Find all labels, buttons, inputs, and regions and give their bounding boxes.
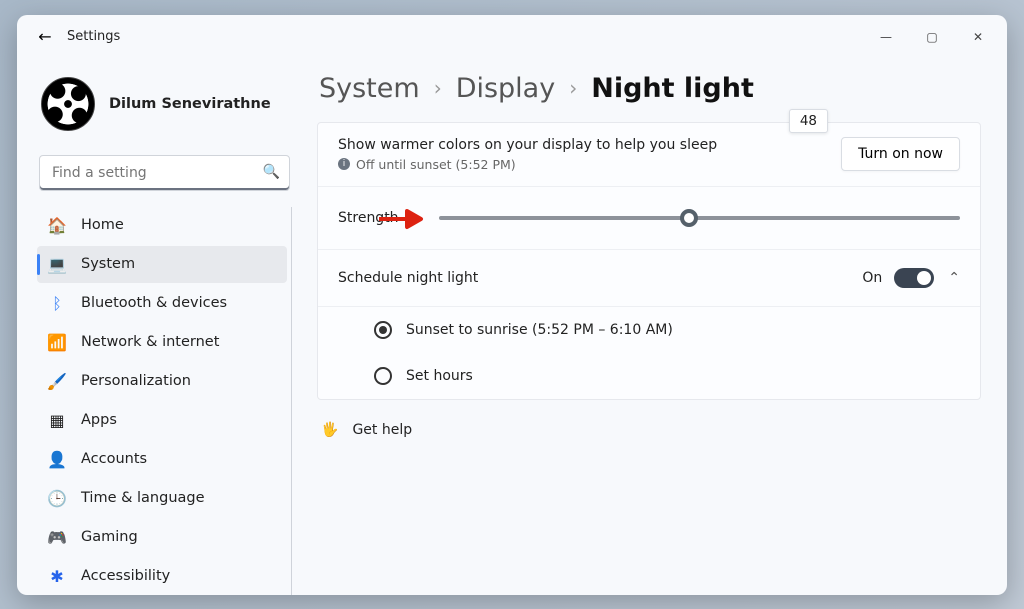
maximize-button[interactable]: ▢: [909, 21, 955, 53]
header-row: Show warmer colors on your display to he…: [318, 123, 980, 187]
crumb-display[interactable]: Display: [456, 73, 556, 104]
sidebar: Dilum Senevirathne 🔍 🏠 Home 💻 System ᛒ Blue…: [17, 59, 307, 595]
nav-home[interactable]: 🏠 Home: [37, 207, 287, 244]
home-icon: 🏠: [47, 215, 67, 235]
turn-on-button[interactable]: Turn on now: [841, 137, 960, 171]
header-status: i Off until sunset (5:52 PM): [338, 157, 841, 172]
nav-label: Bluetooth & devices: [81, 295, 227, 311]
nav-label: Time & language: [81, 490, 205, 506]
help-label: Get help: [352, 422, 412, 438]
option-label: Set hours: [406, 368, 473, 384]
nav-time[interactable]: 🕒 Time & language: [37, 480, 287, 517]
help-icon: 🖐: [321, 422, 338, 438]
option-label: Sunset to sunrise (5:52 PM – 6:10 AM): [406, 322, 673, 338]
slider-thumb[interactable]: [680, 209, 698, 227]
schedule-toggle[interactable]: [894, 268, 934, 288]
minimize-button[interactable]: —: [863, 21, 909, 53]
back-button[interactable]: ←: [31, 23, 59, 51]
nav-accessibility[interactable]: ✱ Accessibility: [37, 558, 287, 595]
avatar: [41, 77, 95, 131]
username: Dilum Senevirathne: [109, 96, 271, 112]
slider-tooltip: 48: [789, 109, 828, 133]
info-icon: i: [338, 158, 350, 170]
nav-label: Network & internet: [81, 334, 219, 350]
slider-track: [439, 216, 960, 220]
annotation-arrow: [377, 207, 427, 231]
crumb-current: Night light: [591, 73, 754, 104]
person-icon: 👤: [47, 449, 67, 469]
nav-label: Gaming: [81, 529, 138, 545]
chevron-right-icon: ›: [569, 76, 577, 100]
chevron-up-icon[interactable]: ⌃: [948, 270, 960, 286]
brush-icon: 🖌️: [47, 371, 67, 391]
nav-label: Home: [81, 217, 124, 233]
option-set-hours[interactable]: Set hours: [318, 353, 980, 399]
nav-label: System: [81, 256, 135, 272]
night-light-card: Show warmer colors on your display to he…: [317, 122, 981, 400]
system-icon: 💻: [47, 254, 67, 274]
schedule-row[interactable]: Schedule night light On ⌃: [318, 250, 980, 307]
strength-row: Strength: [318, 187, 980, 250]
nav-label: Accessibility: [81, 568, 170, 584]
schedule-label: Schedule night light: [338, 270, 478, 286]
nav-label: Accounts: [81, 451, 147, 467]
gamepad-icon: 🎮: [47, 527, 67, 547]
nav-apps[interactable]: ▦ Apps: [37, 402, 287, 439]
window-title: Settings: [67, 29, 120, 44]
nav-label: Apps: [81, 412, 117, 428]
nav-list: 🏠 Home 💻 System ᛒ Bluetooth & devices 📶 Netw…: [37, 207, 292, 595]
strength-slider[interactable]: [439, 209, 960, 227]
accessibility-icon: ✱: [47, 566, 67, 586]
schedule-state: On: [862, 270, 882, 286]
option-sunset[interactable]: Sunset to sunrise (5:52 PM – 6:10 AM): [318, 307, 980, 353]
breadcrumb: System › Display › Night light: [319, 73, 981, 104]
profile[interactable]: Dilum Senevirathne: [37, 69, 292, 149]
settings-window: ← Settings — ▢ ✕ Dilum Senevirathne 🔍 🏠 H…: [17, 15, 1007, 595]
nav-network[interactable]: 📶 Network & internet: [37, 324, 287, 361]
status-text: Off until sunset (5:52 PM): [356, 157, 516, 172]
header-desc: Show warmer colors on your display to he…: [338, 137, 841, 153]
search-icon: 🔍: [263, 164, 280, 180]
apps-icon: ▦: [47, 410, 67, 430]
nav-system[interactable]: 💻 System: [37, 246, 287, 283]
search-input[interactable]: [39, 155, 290, 191]
nav-bluetooth[interactable]: ᛒ Bluetooth & devices: [37, 285, 287, 322]
crumb-system[interactable]: System: [319, 73, 420, 104]
chevron-right-icon: ›: [434, 76, 442, 100]
wifi-icon: 📶: [47, 332, 67, 352]
main-content: System › Display › Night light Show warm…: [307, 59, 1007, 595]
clock-icon: 🕒: [47, 488, 67, 508]
window-controls: — ▢ ✕: [863, 21, 1001, 53]
nav-label: Personalization: [81, 373, 191, 389]
bluetooth-icon: ᛒ: [47, 293, 67, 313]
radio-selected-icon: [374, 321, 392, 339]
titlebar: ← Settings — ▢ ✕: [17, 15, 1007, 59]
close-button[interactable]: ✕: [955, 21, 1001, 53]
radio-icon: [374, 367, 392, 385]
nav-accounts[interactable]: 👤 Accounts: [37, 441, 287, 478]
nav-personalization[interactable]: 🖌️ Personalization: [37, 363, 287, 400]
get-help-link[interactable]: 🖐 Get help: [317, 400, 981, 460]
search-box: 🔍: [39, 155, 290, 191]
nav-gaming[interactable]: 🎮 Gaming: [37, 519, 287, 556]
